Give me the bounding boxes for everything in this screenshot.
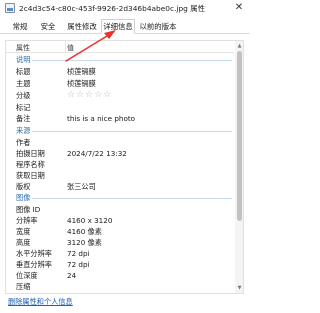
column-property[interactable]: 属性	[16, 43, 30, 53]
close-button[interactable]: ✕	[232, 1, 246, 15]
remove-properties-link[interactable]: 删除属性和个人信息	[8, 297, 73, 307]
column-value[interactable]: 值	[67, 43, 74, 53]
property-label: 主题	[16, 79, 31, 88]
row-program[interactable]: 程序名称	[6, 159, 234, 170]
property-label: 压缩	[16, 282, 31, 291]
column-divider[interactable]	[65, 41, 66, 53]
row-vertical-resolution[interactable]: 垂直分辨率 72 dpi	[6, 259, 234, 270]
property-label: 标题	[16, 67, 31, 76]
section-title: 来源	[16, 126, 31, 135]
scrollbar-thumb[interactable]	[237, 51, 242, 221]
tab-general[interactable]: 常规	[10, 21, 30, 34]
property-label: 标记	[16, 103, 31, 112]
property-value[interactable]: 张三公司	[67, 182, 96, 192]
property-label: 位深度	[16, 271, 38, 280]
row-compression[interactable]: 压缩	[6, 281, 234, 292]
property-value[interactable]: 桢莲镉膜	[67, 79, 96, 89]
property-value[interactable]: 3120 像素	[67, 238, 102, 248]
column-header: 属性 值	[6, 41, 234, 53]
row-date-taken[interactable]: 拍摄日期 2024/7/22 13:32	[6, 148, 234, 159]
property-value[interactable]: 桢莲镉膜	[67, 67, 96, 77]
property-value[interactable]: this is a nice photo	[67, 114, 135, 123]
scroll-up-icon[interactable]: ▲	[235, 42, 243, 50]
row-bit-depth[interactable]: 位深度 24	[6, 270, 234, 281]
row-width[interactable]: 宽度 4160 像素	[6, 226, 234, 237]
property-value[interactable]: 24	[67, 271, 76, 280]
section-title: 图像	[16, 193, 31, 202]
details-panel: 属性 值 说明 标题 桢莲镉膜 主题 桢莲镉膜 分级 ☆☆☆☆☆ 标记 备注 t…	[5, 40, 244, 294]
section-description: 说明	[6, 54, 234, 65]
row-rating[interactable]: 分级 ☆☆☆☆☆	[6, 90, 234, 101]
property-value[interactable]: 72 dpi	[67, 249, 90, 258]
property-label: 获取日期	[16, 171, 45, 180]
row-tags[interactable]: 标记	[6, 102, 234, 113]
window-title: 2c4d3c54-c80c-453f-9926-2d346b4abe0c.jpg…	[19, 4, 205, 13]
section-divider	[32, 131, 232, 132]
row-comments[interactable]: 备注 this is a nice photo	[6, 113, 234, 124]
section-image: 图像	[6, 192, 234, 203]
property-label: 高度	[16, 238, 31, 247]
rating-stars[interactable]: ☆☆☆☆☆	[67, 90, 112, 100]
property-label: 分辨率	[16, 216, 38, 225]
row-subject[interactable]: 主题 桢莲镉膜	[6, 78, 234, 89]
row-dimensions[interactable]: 分辨率 4160 x 3120	[6, 215, 234, 226]
tab-details[interactable]: 详细信息	[101, 19, 135, 34]
property-label: 版权	[16, 182, 31, 191]
tab-previous-versions[interactable]: 以前的版本	[137, 21, 179, 34]
section-origin: 来源	[6, 125, 234, 136]
tab-bar: 常规 安全 属性修改 详细信息 以前的版本	[0, 18, 250, 34]
property-value[interactable]: 72 dpi	[67, 260, 90, 269]
property-label: 备注	[16, 114, 31, 123]
row-image-id[interactable]: 图像 ID	[6, 204, 234, 215]
tab-security[interactable]: 安全	[38, 21, 58, 34]
row-authors[interactable]: 作者	[6, 137, 234, 148]
section-divider	[32, 60, 232, 61]
property-label: 拍摄日期	[16, 149, 45, 158]
title-bar: 2c4d3c54-c80c-453f-9926-2d346b4abe0c.jpg…	[0, 0, 250, 16]
property-value[interactable]: 4160 x 3120	[67, 216, 112, 225]
property-label: 程序名称	[16, 160, 45, 169]
row-height[interactable]: 高度 3120 像素	[6, 237, 234, 248]
property-label: 作者	[16, 138, 31, 147]
row-title[interactable]: 标题 桢莲镉膜	[6, 66, 234, 77]
tab-property-edit[interactable]: 属性修改	[65, 21, 99, 34]
property-label: 图像 ID	[16, 205, 41, 214]
property-label: 垂直分辨率	[16, 260, 52, 269]
property-value[interactable]: 2024/7/22 13:32	[67, 149, 127, 158]
property-label: 分级	[16, 91, 31, 100]
section-divider	[32, 198, 232, 199]
section-title: 说明	[16, 55, 31, 64]
image-file-icon	[5, 3, 15, 13]
row-copyright[interactable]: 版权 张三公司	[6, 181, 234, 192]
property-label: 水平分辨率	[16, 249, 52, 258]
row-horizontal-resolution[interactable]: 水平分辨率 72 dpi	[6, 248, 234, 259]
scroll-down-icon[interactable]: ▼	[235, 284, 243, 292]
property-value[interactable]: 4160 像素	[67, 227, 102, 237]
property-label: 宽度	[16, 227, 31, 236]
row-date-acquired[interactable]: 获取日期	[6, 170, 234, 181]
